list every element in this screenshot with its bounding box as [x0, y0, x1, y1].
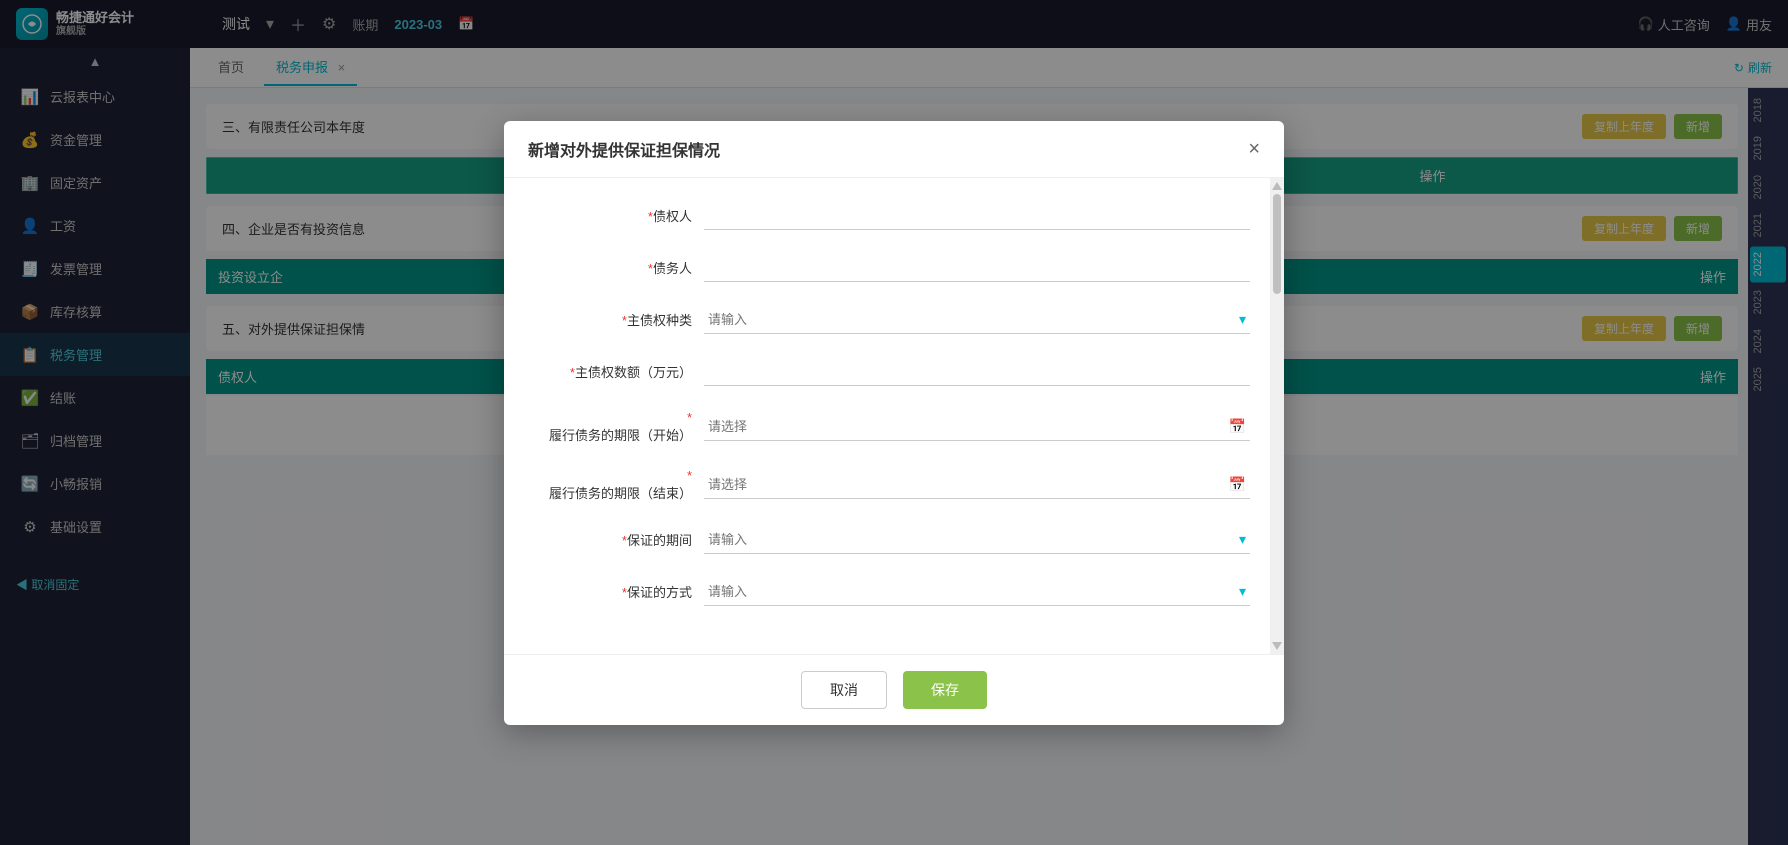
modal-overlay: 新增对外提供保证担保情况 × *债权人 *债务人 [0, 0, 1788, 845]
form-row-claim-amount: *主债权数额（万元） [544, 358, 1250, 386]
form-row-claim-type: *主债权种类 ▾ [544, 306, 1250, 334]
form-row-period-start: *履行债务的期限（开始） 📅 [544, 410, 1250, 444]
save-btn[interactable]: 保存 [903, 671, 987, 709]
claim-type-input[interactable] [704, 306, 1235, 333]
modal-close-btn[interactable]: × [1248, 139, 1260, 159]
modal-scrollbar[interactable] [1270, 178, 1284, 654]
form-row-debtor: *债务人 [544, 254, 1250, 282]
period-end-label: *履行债务的期限（结束） [544, 468, 704, 502]
modal-footer: 取消 保存 [504, 654, 1284, 725]
period-end-calendar-icon[interactable]: 📅 [1225, 472, 1250, 497]
period-start-input[interactable] [704, 413, 1225, 440]
scroll-up-arrow[interactable] [1272, 182, 1282, 190]
debtor-label: *债务人 [544, 258, 704, 277]
claim-type-label: *主债权种类 [544, 310, 704, 329]
scroll-thumb[interactable] [1273, 194, 1281, 294]
guarantee-period-input[interactable] [704, 526, 1235, 553]
creditor-label: *债权人 [544, 206, 704, 225]
claim-type-container: ▾ [704, 306, 1250, 334]
scroll-down-arrow[interactable] [1272, 642, 1282, 650]
period-start-calendar-icon[interactable]: 📅 [1225, 414, 1250, 439]
period-start-container: 📅 [704, 413, 1250, 441]
modal: 新增对外提供保证担保情况 × *债权人 *债务人 [504, 121, 1284, 725]
modal-title: 新增对外提供保证担保情况 [528, 137, 720, 161]
form-row-guarantee-method: *保证的方式 ▾ [544, 578, 1250, 606]
form-row-guarantee-period: *保证的期间 ▾ [544, 526, 1250, 554]
debtor-input[interactable] [704, 254, 1250, 282]
guarantee-period-dropdown-icon[interactable]: ▾ [1235, 527, 1250, 552]
period-end-input[interactable] [704, 471, 1225, 498]
guarantee-period-label: *保证的期间 [544, 530, 704, 549]
guarantee-period-container: ▾ [704, 526, 1250, 554]
guarantee-method-dropdown-icon[interactable]: ▾ [1235, 579, 1250, 604]
guarantee-method-label: *保证的方式 [544, 582, 704, 601]
claim-type-dropdown-icon[interactable]: ▾ [1235, 307, 1250, 332]
period-start-label: *履行债务的期限（开始） [544, 410, 704, 444]
modal-body: *债权人 *债务人 *主债权种类 [504, 178, 1270, 654]
guarantee-method-container: ▾ [704, 578, 1250, 606]
claim-amount-input[interactable] [704, 358, 1250, 386]
cancel-btn[interactable]: 取消 [801, 671, 887, 709]
guarantee-method-input[interactable] [704, 578, 1235, 605]
modal-header: 新增对外提供保证担保情况 × [504, 121, 1284, 178]
form-row-creditor: *债权人 [544, 202, 1250, 230]
creditor-input[interactable] [704, 202, 1250, 230]
claim-amount-label: *主债权数额（万元） [544, 362, 704, 381]
form-row-period-end: *履行债务的期限（结束） 📅 [544, 468, 1250, 502]
period-end-container: 📅 [704, 471, 1250, 499]
